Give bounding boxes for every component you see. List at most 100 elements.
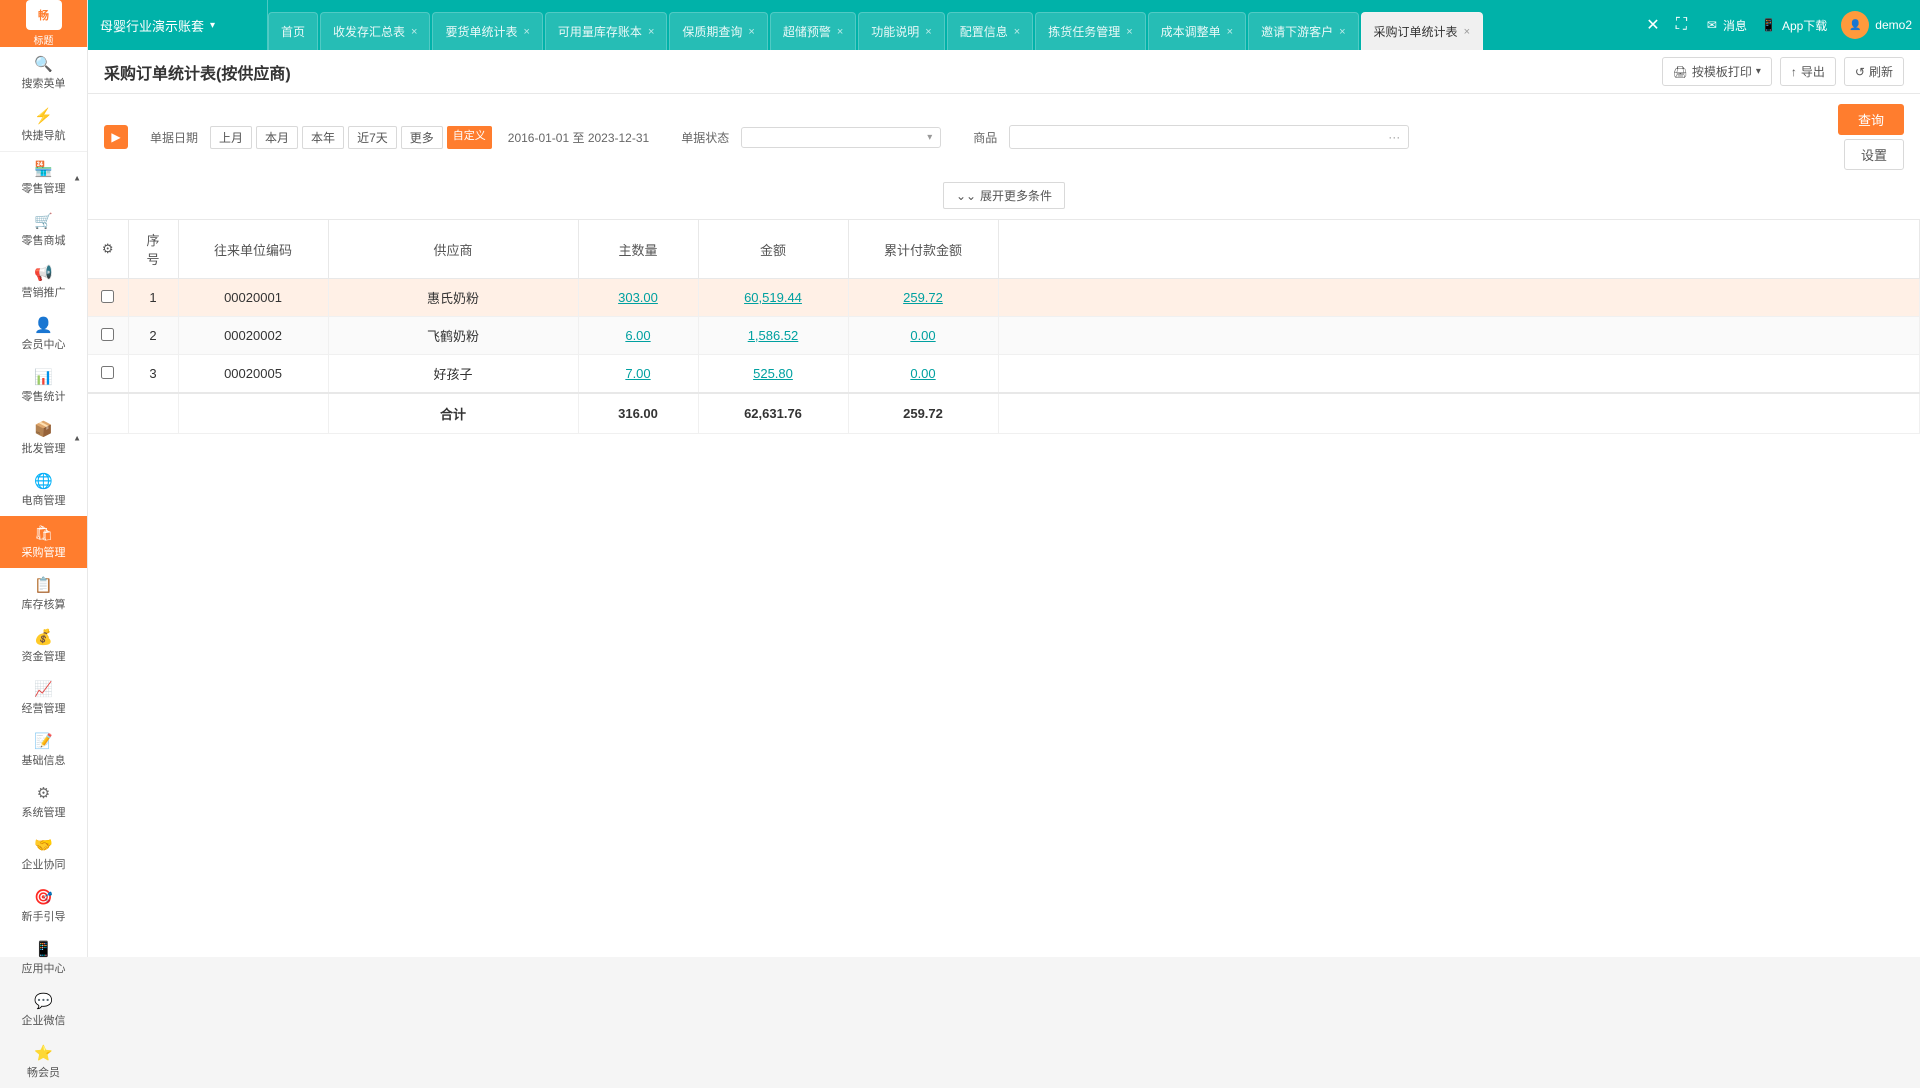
row-check-cell[interactable] [88, 355, 128, 394]
shortcut-last-month[interactable]: 上月 [210, 126, 252, 149]
tab-config-info[interactable]: 配置信息 × [947, 12, 1033, 50]
sidebar-item-marketing[interactable]: 📢 营销推广 [0, 256, 87, 308]
tab-function-desc-close[interactable]: × [925, 26, 931, 38]
message-icon: ✉ [1707, 18, 1717, 32]
row-qty-cell[interactable]: 6.00 [578, 317, 698, 355]
status-select[interactable]: ▾ [741, 127, 941, 148]
sidebar-item-enterprise[interactable]: 🤝 企业协同 [0, 828, 87, 880]
user-avatar[interactable]: 👤 [1841, 11, 1869, 39]
sidebar-item-system[interactable]: ⚙ 系统管理 [0, 776, 87, 828]
tab-config-info-close[interactable]: × [1014, 26, 1020, 38]
user-name[interactable]: demo2 [1875, 18, 1912, 32]
sidebar-item-retail-shop[interactable]: 🛒 零售商城 [0, 204, 87, 256]
tab-purchase-summary-close[interactable]: × [1464, 26, 1470, 38]
sidebar-item-ecommerce[interactable]: 🌐 电商管理 [0, 464, 87, 516]
app-logo[interactable]: 畅 标题 [0, 0, 87, 47]
row-checkbox[interactable] [101, 366, 114, 379]
sidebar-item-quick-nav[interactable]: ⚡ 快捷导航 [0, 99, 87, 151]
tab-expiry-query-close[interactable]: × [748, 26, 754, 38]
sidebar-item-finance[interactable]: 💰 资金管理 [0, 620, 87, 672]
row-code-cell: 00020002 [178, 317, 328, 355]
row-checkbox[interactable] [101, 290, 114, 303]
tab-overstock-alert-close[interactable]: × [837, 26, 843, 38]
row-qty-cell[interactable]: 303.00 [578, 279, 698, 317]
member-icon: 👤 [34, 316, 53, 334]
export-button[interactable]: ↑ 导出 [1780, 57, 1836, 86]
sidebar-item-search[interactable]: 🔍 搜索英单 [0, 47, 87, 99]
tab-order-summary[interactable]: 要货单统计表 × [432, 12, 542, 50]
sidebar-item-new-guide[interactable]: 🎯 新手引导 [0, 880, 87, 932]
sidebar-item-retail-stats[interactable]: 📊 零售统计 [0, 360, 87, 412]
tab-overstock-alert[interactable]: 超储预警 × [770, 12, 856, 50]
row-paid-cell[interactable]: 259.72 [848, 279, 998, 317]
sidebar-item-inventory[interactable]: 📋 库存核算 [0, 568, 87, 620]
shortcut-this-year[interactable]: 本年 [302, 126, 344, 149]
tab-available-stock[interactable]: 可用量库存账本 × [545, 12, 667, 50]
sidebar-item-member[interactable]: 👤 会员中心 [0, 308, 87, 360]
row-paid-cell[interactable]: 0.00 [848, 355, 998, 394]
print-button[interactable]: 🖨 按模板打印 ▾ [1662, 57, 1772, 86]
settings-button[interactable]: 设置 [1844, 139, 1904, 170]
date-shortcuts: 上月 本月 本年 近7天 更多 自定义 [210, 126, 492, 149]
tab-invite-downstream-close[interactable]: × [1339, 26, 1345, 38]
row-amount-cell[interactable]: 60,519.44 [698, 279, 848, 317]
row-check-cell[interactable] [88, 317, 128, 355]
row-amount-cell[interactable]: 1,586.52 [698, 317, 848, 355]
top-tab-bar: 母婴行业演示账套 ▾ 首页 收发存汇总表 × 要货单统计表 × 可用量库存账本 … [88, 0, 1920, 50]
sidebar-item-vip[interactable]: ⭐ 畅会员 [0, 1036, 87, 1088]
sidebar-item-basic-info[interactable]: 📝 基础信息 [0, 724, 87, 776]
sidebar-enterprise-label: 企业协同 [22, 856, 66, 872]
app-download-label[interactable]: App下载 [1782, 17, 1827, 34]
sidebar-marketing-label: 营销推广 [22, 284, 66, 300]
print-chevron: ▾ [1756, 66, 1761, 77]
tab-receive-summary-close[interactable]: × [411, 26, 417, 38]
tab-picking-task-close[interactable]: × [1126, 26, 1132, 38]
tab-expiry-query[interactable]: 保质期查询 × [669, 12, 767, 50]
refresh-button[interactable]: ↺ 刷新 [1844, 57, 1904, 86]
tab-purchase-summary[interactable]: 采购订单统计表 × [1361, 12, 1483, 50]
sidebar-retail-label: 零售管理 [22, 180, 66, 196]
sidebar-wholesale-label: 批发管理 [22, 440, 66, 456]
app-center-icon: 📱 [34, 940, 53, 958]
sidebar-item-purchase[interactable]: 🛍 采购管理 [0, 516, 87, 568]
row-qty-cell[interactable]: 7.00 [578, 355, 698, 394]
query-button[interactable]: 查询 [1838, 104, 1904, 135]
shortcut-7days[interactable]: 近7天 [348, 126, 397, 149]
shortcut-more[interactable]: 更多 [401, 126, 443, 149]
sidebar-item-enterprise-wechat[interactable]: 💬 企业微信 [0, 984, 87, 1036]
table-row: 3 00020005 好孩子 7.00 525.80 0.00 [88, 355, 1920, 394]
maximize-button[interactable]: ⛶ [1668, 12, 1695, 38]
sidebar-system-label: 系统管理 [22, 804, 66, 820]
tab-picking-task[interactable]: 拣货任务管理 × [1035, 12, 1145, 50]
sidebar-item-retail[interactable]: 🏪 零售管理 [0, 152, 87, 204]
shortcut-this-month[interactable]: 本月 [256, 126, 298, 149]
tab-invite-downstream[interactable]: 邀请下游客户 × [1248, 12, 1358, 50]
toggle-filter-button[interactable]: ▶ [104, 125, 128, 149]
col-header-no: 序号 [128, 220, 178, 279]
row-paid-cell[interactable]: 0.00 [848, 317, 998, 355]
custom-date-badge[interactable]: 自定义 [447, 126, 492, 149]
tab-cost-adjust-close[interactable]: × [1227, 26, 1233, 38]
export-icon: ↑ [1791, 65, 1797, 79]
tab-home[interactable]: 首页 [268, 12, 318, 50]
tab-function-desc[interactable]: 功能说明 × [858, 12, 944, 50]
tab-order-summary-close[interactable]: × [523, 26, 529, 38]
row-amount-cell[interactable]: 525.80 [698, 355, 848, 394]
gear-icon[interactable]: ⚙ [102, 241, 114, 257]
sidebar-operation-label: 经营管理 [22, 700, 66, 716]
product-select[interactable]: ··· [1009, 125, 1409, 149]
sidebar-item-wholesale[interactable]: 📦 批发管理 [0, 412, 87, 464]
expand-conditions-button[interactable]: ⌄⌄ 展开更多条件 [943, 182, 1065, 209]
sidebar-quick-nav-label: 快捷导航 [22, 127, 66, 143]
tab-available-stock-close[interactable]: × [648, 26, 654, 38]
tab-cost-adjust[interactable]: 成本调整单 × [1148, 12, 1246, 50]
close-tab-button[interactable]: ✕ [1638, 11, 1667, 39]
sidebar-item-app-center[interactable]: 📱 应用中心 [0, 932, 87, 984]
row-checkbox[interactable] [101, 328, 114, 341]
tab-receive-summary[interactable]: 收发存汇总表 × [320, 12, 430, 50]
message-label[interactable]: 消息 [1723, 17, 1747, 34]
workspace-selector[interactable]: 母婴行业演示账套 ▾ [88, 0, 268, 50]
sidebar-item-operation[interactable]: 📈 经营管理 [0, 672, 87, 724]
sidebar-ecommerce-label: 电商管理 [22, 492, 66, 508]
row-check-cell[interactable] [88, 279, 128, 317]
